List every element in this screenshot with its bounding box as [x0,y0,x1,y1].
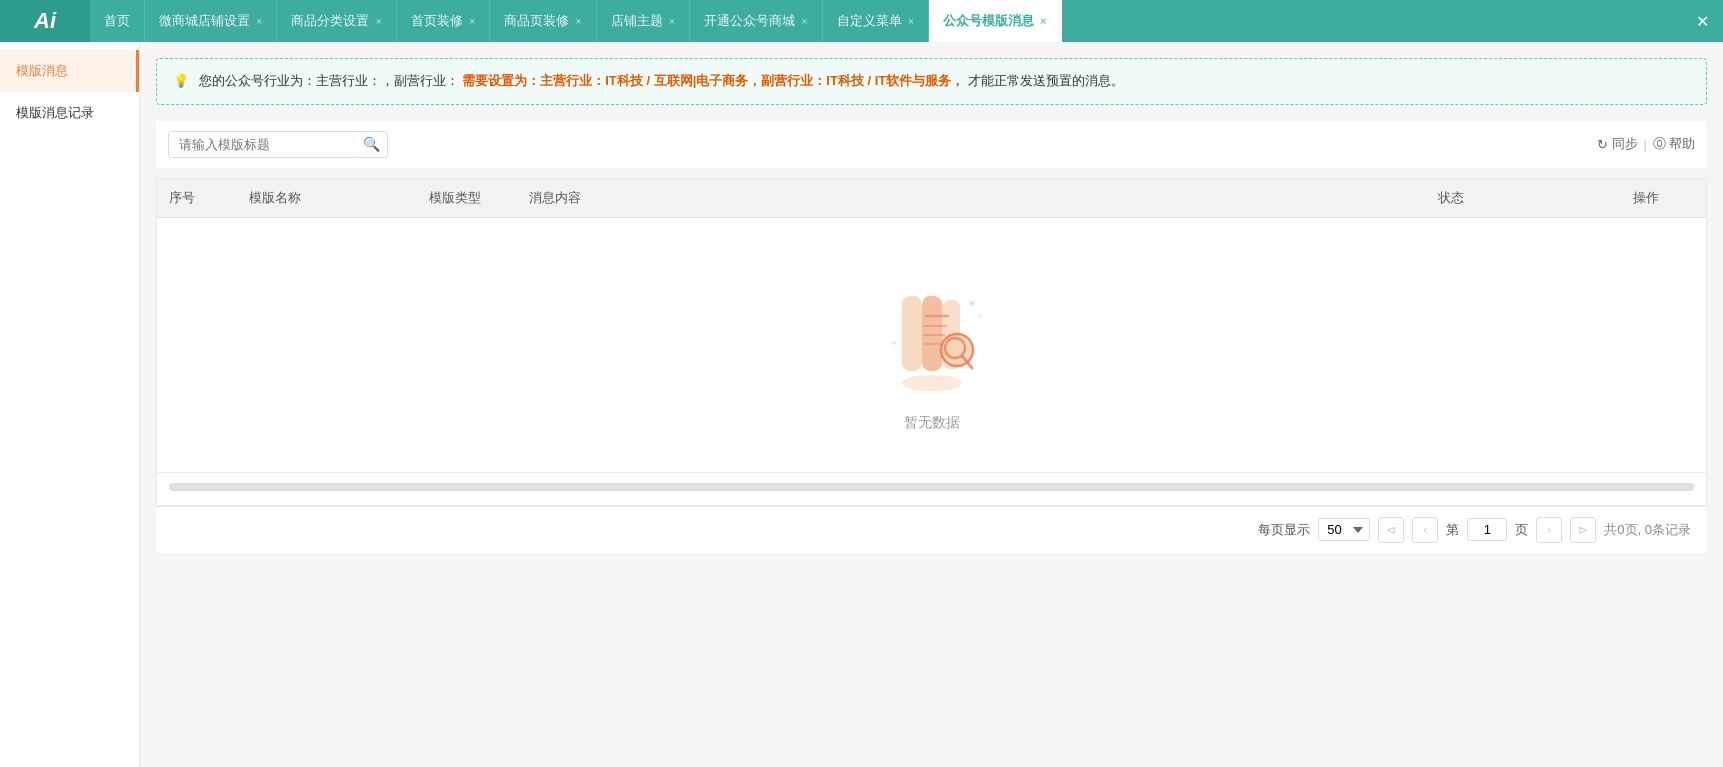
nav-tab-home[interactable]: 首页 [90,0,145,42]
scrollbar-area[interactable] [157,472,1706,505]
sidebar: 模版消息模版消息记录 [0,42,140,767]
logo: Ai [0,0,90,42]
svg-point-8 [969,300,974,305]
nav-tab-close-product-category[interactable]: × [375,15,381,27]
empty-text: 暂无数据 [904,414,960,432]
search-bar: 🔍 ↻ 同步 | ⓪ 帮助 [156,121,1707,168]
th-type: 模版类型 [417,179,517,217]
total-info: 共0页, 0条记录 [1604,521,1691,539]
search-button[interactable]: 🔍 [363,136,380,152]
sync-icon: ↻ [1597,137,1608,152]
search-left: 🔍 [168,131,388,158]
empty-state: 暂无数据 [157,218,1706,472]
page-size-select[interactable]: 50 10 20 100 [1318,518,1370,541]
help-button[interactable]: ⓪ 帮助 [1653,135,1695,153]
nav-tab-close-template-msg[interactable]: × [1040,15,1046,27]
nav-tab-close-custom-menu[interactable]: × [908,15,914,27]
last-page-button[interactable]: ⊳ [1570,517,1596,543]
top-nav: Ai 首页微商城店铺设置×商品分类设置×首页装修×商品页装修×店铺主题×开通公众… [0,0,1723,42]
horizontal-scrollbar[interactable] [169,483,1694,491]
sync-button[interactable]: ↻ 同步 [1597,135,1638,153]
th-name: 模版名称 [237,179,417,217]
help-icon: ⓪ [1653,135,1666,153]
nav-tabs: 首页微商城店铺设置×商品分类设置×首页装修×商品页装修×店铺主题×开通公众号商城… [90,0,1681,42]
nav-tab-shop-theme[interactable]: 店铺主题× [597,0,690,42]
layout: 模版消息模版消息记录 💡 您的公众号行业为：主营行业：，副营行业： 需要设置为：… [0,42,1723,767]
page-label-post: 页 [1515,521,1528,539]
nav-tab-home-decor[interactable]: 首页装修× [397,0,490,42]
page-label-pre: 第 [1446,521,1459,539]
nav-tab-custom-menu[interactable]: 自定义菜单× [823,0,929,42]
table-header: 序号 模版名称 模版类型 消息内容 状态 操作 [157,179,1706,218]
global-close-button[interactable]: ✕ [1681,0,1723,42]
sidebar-item-template-msg[interactable]: 模版消息 [0,50,139,92]
nav-tab-close-product-decor[interactable]: × [575,15,581,27]
page-input[interactable] [1467,518,1507,541]
sidebar-item-template-msg-log[interactable]: 模版消息记录 [0,92,139,134]
help-label: 帮助 [1669,135,1695,153]
svg-point-0 [902,375,962,391]
th-status: 状态 [1426,179,1586,217]
divider: | [1644,137,1647,152]
alert-prefix: 您的公众号行业为：主营行业：，副营行业： [199,73,459,88]
logo-text: Ai [34,8,56,34]
next-page-button[interactable]: › [1536,517,1562,543]
pagination: 每页显示 50 10 20 100 ⊲ ‹ 第 页 › ⊳ 共0页, 0条记录 [156,506,1707,553]
search-input-wrap: 🔍 [168,131,388,158]
first-page-button[interactable]: ⊲ [1378,517,1404,543]
nav-tab-close-open-mall[interactable]: × [801,15,807,27]
empty-illustration [872,278,992,398]
alert-box: 💡 您的公众号行业为：主营行业：，副营行业： 需要设置为：主营行业：IT科技 /… [156,58,1707,105]
nav-tab-close-home-decor[interactable]: × [469,15,475,27]
alert-highlight: 需要设置为：主营行业：IT科技 / 互联网|电子商务，副营行业：IT科技 / I… [462,73,964,88]
alert-icon: 💡 [173,73,189,88]
nav-tab-template-msg[interactable]: 公众号模版消息× [929,0,1061,42]
main-content: 💡 您的公众号行业为：主营行业：，副营行业： 需要设置为：主营行业：IT科技 /… [140,42,1723,767]
page-size-label: 每页显示 [1258,521,1310,539]
nav-tab-close-micro-shop[interactable]: × [256,15,262,27]
svg-point-10 [892,341,896,345]
prev-page-button[interactable]: ‹ [1412,517,1438,543]
table-wrap: 序号 模版名称 模版类型 消息内容 状态 操作 [156,178,1707,506]
search-input[interactable] [168,131,388,158]
svg-point-9 [978,314,981,317]
th-action: 操作 [1586,179,1706,217]
nav-tab-product-decor[interactable]: 商品页装修× [490,0,596,42]
sync-label: 同步 [1612,135,1638,153]
nav-tab-product-category[interactable]: 商品分类设置× [277,0,396,42]
search-right: ↻ 同步 | ⓪ 帮助 [1597,135,1695,153]
th-content: 消息内容 [517,179,1426,217]
nav-tab-open-mall[interactable]: 开通公众号商城× [690,0,822,42]
nav-tab-micro-shop[interactable]: 微商城店铺设置× [145,0,277,42]
nav-tab-close-shop-theme[interactable]: × [669,15,675,27]
th-seq: 序号 [157,179,237,217]
alert-suffix: 才能正常发送预置的消息。 [968,73,1124,88]
